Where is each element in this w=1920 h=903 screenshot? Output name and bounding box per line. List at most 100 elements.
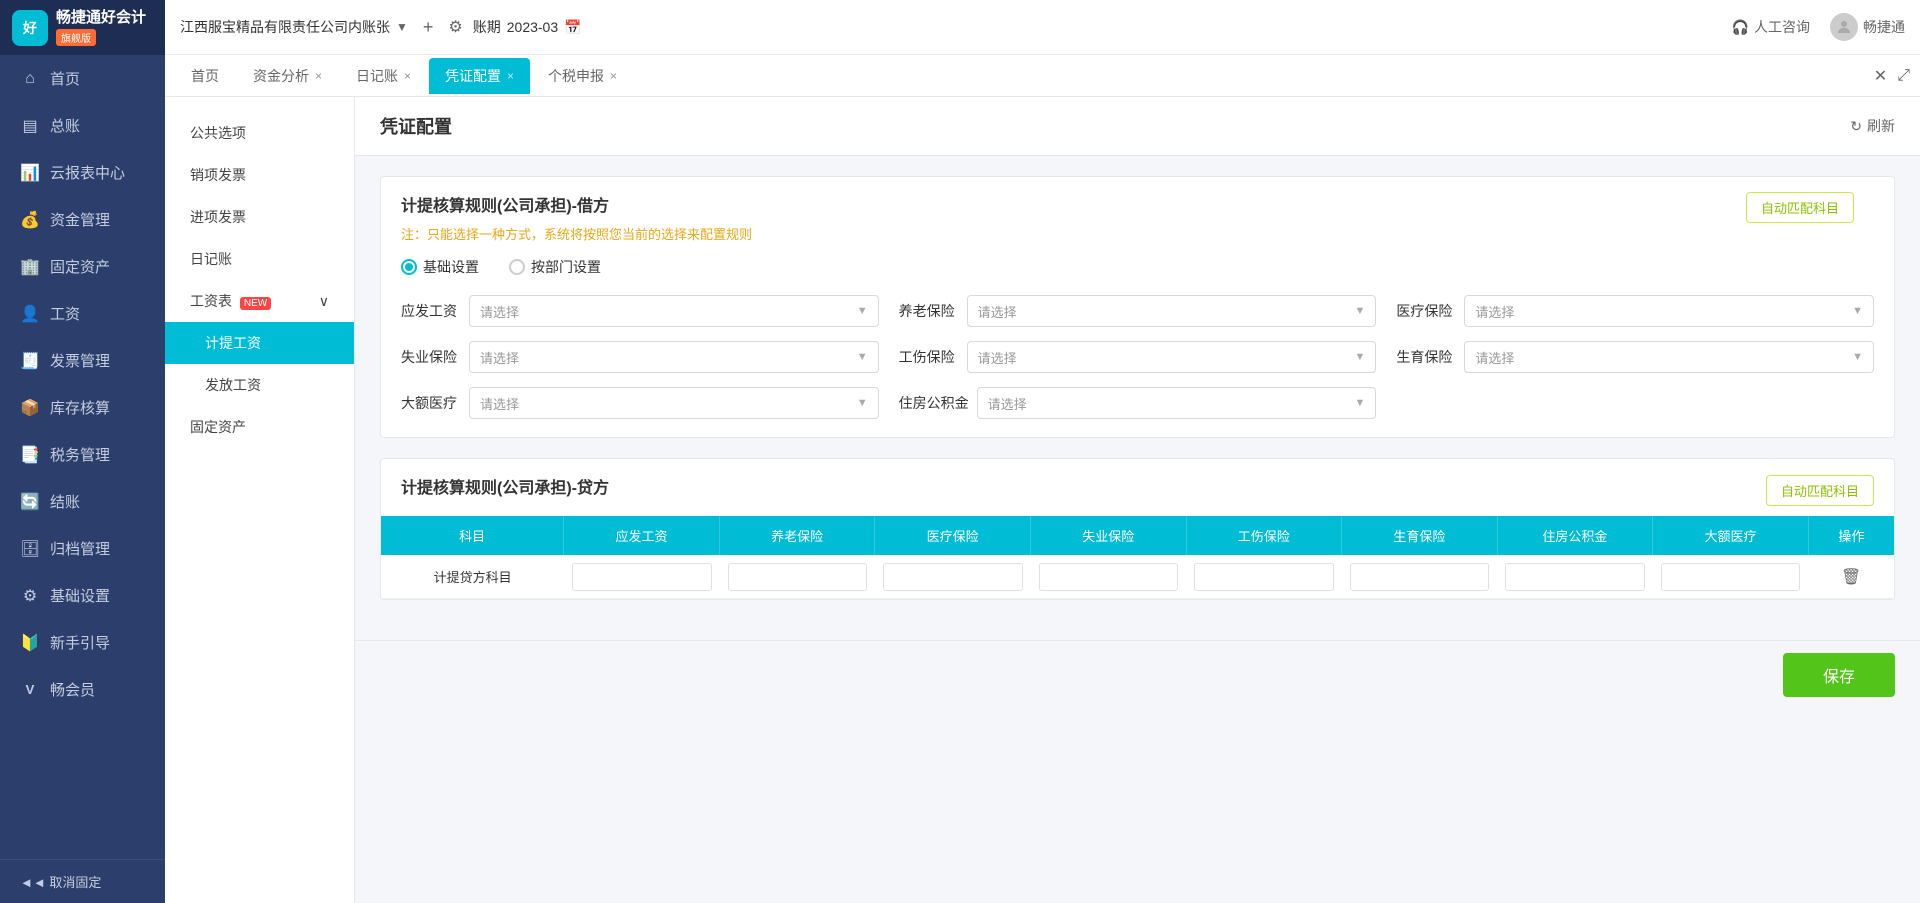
injury-select-arrow: ▼ <box>1354 351 1365 363</box>
sidebar-item-home[interactable]: ⌂ 首页 <box>0 55 165 102</box>
row-pension-cell[interactable] <box>720 557 875 597</box>
row-housing-cell[interactable] <box>1497 557 1652 597</box>
radio-basic-circle <box>401 259 417 275</box>
row-injury-input[interactable] <box>1194 563 1333 591</box>
left-menu-item-pay-salary[interactable]: 发放工资 <box>165 364 354 406</box>
left-menu-item-journal[interactable]: 日记账 <box>165 238 354 280</box>
vip-icon: V <box>20 682 40 697</box>
housing-select-arrow: ▼ <box>1354 397 1365 409</box>
unemploy-select-arrow: ▼ <box>857 351 868 363</box>
left-menu-item-sales[interactable]: 销项发票 <box>165 154 354 196</box>
radio-basic-label: 基础设置 <box>423 257 479 277</box>
row-medical-input[interactable] <box>883 563 1022 591</box>
avatar <box>1830 13 1858 41</box>
sidebar-item-checkout[interactable]: 🔄 结账 <box>0 478 165 525</box>
row-housing-input[interactable] <box>1505 563 1644 591</box>
radio-basic[interactable]: 基础设置 <box>401 257 479 277</box>
bigmed-select-placeholder: 请选择 <box>480 394 519 413</box>
period-label: 账期 <box>473 17 501 37</box>
birth-select-placeholder: 请选择 <box>1475 348 1514 367</box>
sidebar-item-vip[interactable]: V 畅会员 <box>0 666 165 713</box>
sidebar-item-inventory[interactable]: 📦 库存核算 <box>0 384 165 431</box>
tab-journal-close-icon[interactable]: × <box>404 69 411 83</box>
medical-select[interactable]: 请选择 ▼ <box>1464 295 1874 327</box>
settings-gear-icon[interactable]: ⚙ <box>448 17 462 37</box>
radio-by-dept[interactable]: 按部门设置 <box>509 257 601 277</box>
row-unemploy-cell[interactable] <box>1031 557 1186 597</box>
form-item-housing: 住房公积金 请选择 ▼ <box>899 387 1377 419</box>
expand-tab-icon[interactable]: ⤢ <box>1897 67 1910 85</box>
service-button[interactable]: 🎧 人工咨询 <box>1732 17 1810 37</box>
form-item-pension: 养老保险 请选择 ▼ <box>899 295 1377 327</box>
injury-select[interactable]: 请选择 ▼ <box>967 341 1377 373</box>
sidebar-item-fund[interactable]: 💰 资金管理 <box>0 196 165 243</box>
archive-icon: 🗄 <box>20 539 40 559</box>
row-birth-cell[interactable] <box>1342 557 1497 597</box>
birth-select[interactable]: 请选择 ▼ <box>1464 341 1874 373</box>
row-bigmed-cell[interactable] <box>1653 557 1808 597</box>
company-selector[interactable]: 江西服宝精品有限责任公司内账张 ▼ <box>180 17 408 37</box>
col-header-subject: 科目 <box>381 516 564 555</box>
calendar-icon[interactable]: 📅 <box>564 19 581 36</box>
debit-auto-match-button[interactable]: 自动匹配科目 <box>1746 192 1854 223</box>
row-ops-cell[interactable]: 🗑 <box>1808 561 1894 593</box>
pension-field-label: 养老保险 <box>899 301 959 321</box>
tab-tax[interactable]: 个税申报 × <box>532 58 633 94</box>
tab-journal-label: 日记账 <box>356 66 398 86</box>
left-menu-item-salary-table[interactable]: 工资表 NEW ∨ <box>165 280 354 322</box>
period-selector[interactable]: 账期 2023-03 📅 <box>473 17 582 37</box>
tab-journal[interactable]: 日记账 × <box>340 58 427 94</box>
company-dropdown-icon[interactable]: ▼ <box>396 20 408 34</box>
credit-auto-match-button[interactable]: 自动匹配科目 <box>1766 475 1874 506</box>
unemploy-select[interactable]: 请选择 ▼ <box>469 341 879 373</box>
row-unemploy-input[interactable] <box>1039 563 1178 591</box>
row-pension-input[interactable] <box>728 563 867 591</box>
save-button[interactable]: 保存 <box>1783 653 1895 697</box>
left-menu-item-purchase[interactable]: 进项发票 <box>165 196 354 238</box>
ledger-icon: ▤ <box>20 116 40 136</box>
sidebar-item-salary[interactable]: 👤 工资 <box>0 290 165 337</box>
period-value: 2023-03 <box>507 19 558 35</box>
tab-tax-label: 个税申报 <box>548 66 604 86</box>
sidebar-item-asset[interactable]: 🏢 固定资产 <box>0 243 165 290</box>
refresh-button[interactable]: ↻ 刷新 <box>1850 116 1895 136</box>
sidebar-item-archive[interactable]: 🗄 归档管理 <box>0 525 165 572</box>
tab-home-label: 首页 <box>191 66 219 86</box>
housing-select-placeholder: 请选择 <box>988 394 1027 413</box>
sidebar-item-ledger[interactable]: ▤ 总账 <box>0 102 165 149</box>
sidebar-item-report[interactable]: 📊 云报表中心 <box>0 149 165 196</box>
tabbar-actions: ✕ ⤢ <box>1874 66 1910 86</box>
housing-select[interactable]: 请选择 ▼ <box>977 387 1377 419</box>
tab-fund-close-icon[interactable]: × <box>315 69 322 83</box>
bigmed-select[interactable]: 请选择 ▼ <box>469 387 879 419</box>
delete-row-icon[interactable]: 🗑 <box>1841 567 1861 587</box>
row-bigmed-input[interactable] <box>1661 563 1800 591</box>
close-tab-icon[interactable]: ✕ <box>1874 66 1887 86</box>
medical-select-arrow: ▼ <box>1852 305 1863 317</box>
tab-voucher-close-icon[interactable]: × <box>507 69 514 83</box>
pension-select[interactable]: 请选择 ▼ <box>967 295 1377 327</box>
tab-voucher[interactable]: 凭证配置 × <box>429 58 530 94</box>
user-menu[interactable]: 畅捷通 <box>1830 13 1905 41</box>
row-injury-cell[interactable] <box>1186 557 1341 597</box>
row-salary-input[interactable] <box>572 563 711 591</box>
sidebar-item-invoice[interactable]: 🧾 发票管理 <box>0 337 165 384</box>
credit-section: 计提核算规则(公司承担)-贷方 自动匹配科目 科目 应发工资 养老保险 医疗保险… <box>380 458 1895 600</box>
tab-home[interactable]: 首页 <box>175 58 235 94</box>
sidebar-item-tax[interactable]: 📑 税务管理 <box>0 431 165 478</box>
row-medical-cell[interactable] <box>875 557 1030 597</box>
sidebar-item-settings[interactable]: ⚙ 基础设置 <box>0 572 165 619</box>
tab-fund[interactable]: 资金分析 × <box>237 58 338 94</box>
app-edition-badge: 旗舰版 <box>56 29 96 46</box>
left-menu-item-public[interactable]: 公共选项 <box>165 112 354 154</box>
row-salary-cell[interactable] <box>564 557 719 597</box>
tab-tax-close-icon[interactable]: × <box>610 69 617 83</box>
add-tab-button[interactable]: + <box>418 17 439 38</box>
left-menu-item-calc-salary[interactable]: 计提工资 <box>165 322 354 364</box>
row-birth-input[interactable] <box>1350 563 1489 591</box>
sidebar-item-guide[interactable]: 🔰 新手引导 <box>0 619 165 666</box>
left-menu-item-fixed-asset[interactable]: 固定资产 <box>165 406 354 448</box>
salary-select[interactable]: 请选择 ▼ <box>469 295 879 327</box>
sidebar-unpin-button[interactable]: ◄◄ 取消固定 <box>0 859 165 903</box>
topbar-right: 🎧 人工咨询 畅捷通 <box>1732 13 1905 41</box>
